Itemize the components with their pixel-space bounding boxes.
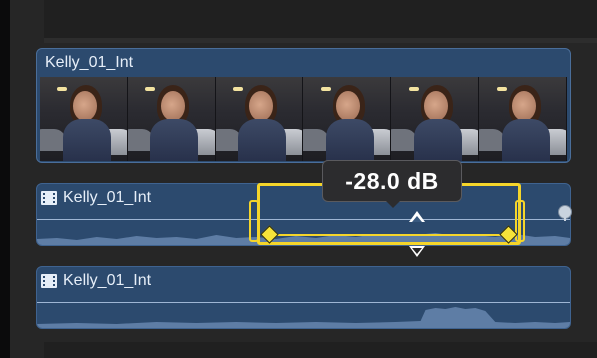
filmstrip-frame <box>40 77 128 161</box>
filmstrip-frame <box>391 77 480 161</box>
audio-clip-title: Kelly_01_Int <box>63 189 152 206</box>
range-start-handle[interactable] <box>249 200 259 242</box>
timeline-bottom-band <box>44 342 597 358</box>
audio-clip-label: Kelly_01_Int <box>41 271 151 291</box>
filmstrip <box>40 77 567 161</box>
filmstrip-frame <box>127 77 216 161</box>
volume-down-arrow-inner <box>412 248 422 254</box>
volume-up-arrow-inner <box>412 216 422 222</box>
audio-waveform <box>37 307 570 328</box>
timeline-top-band <box>44 0 597 38</box>
fade-handle-icon[interactable] <box>558 205 572 221</box>
range-volume-line <box>270 234 508 236</box>
volume-level-tag-pointer <box>384 199 402 208</box>
film-icon <box>41 191 57 205</box>
film-icon <box>41 274 57 288</box>
lane-divider <box>44 38 597 43</box>
video-clip-title: Kelly_01_Int <box>45 54 134 71</box>
audio-clip[interactable]: Kelly_01_Int <box>36 266 571 329</box>
audio-clip-label: Kelly_01_Int <box>41 188 151 208</box>
volume-level-tag: -28.0 dB <box>322 160 462 202</box>
video-clip[interactable]: Kelly_01_Int <box>36 48 571 163</box>
filmstrip-frame <box>303 77 392 161</box>
filmstrip-frame <box>479 77 567 161</box>
left-gutter <box>0 0 10 358</box>
audio-clip-title: Kelly_01_Int <box>63 272 152 289</box>
filmstrip-frame <box>215 77 304 161</box>
